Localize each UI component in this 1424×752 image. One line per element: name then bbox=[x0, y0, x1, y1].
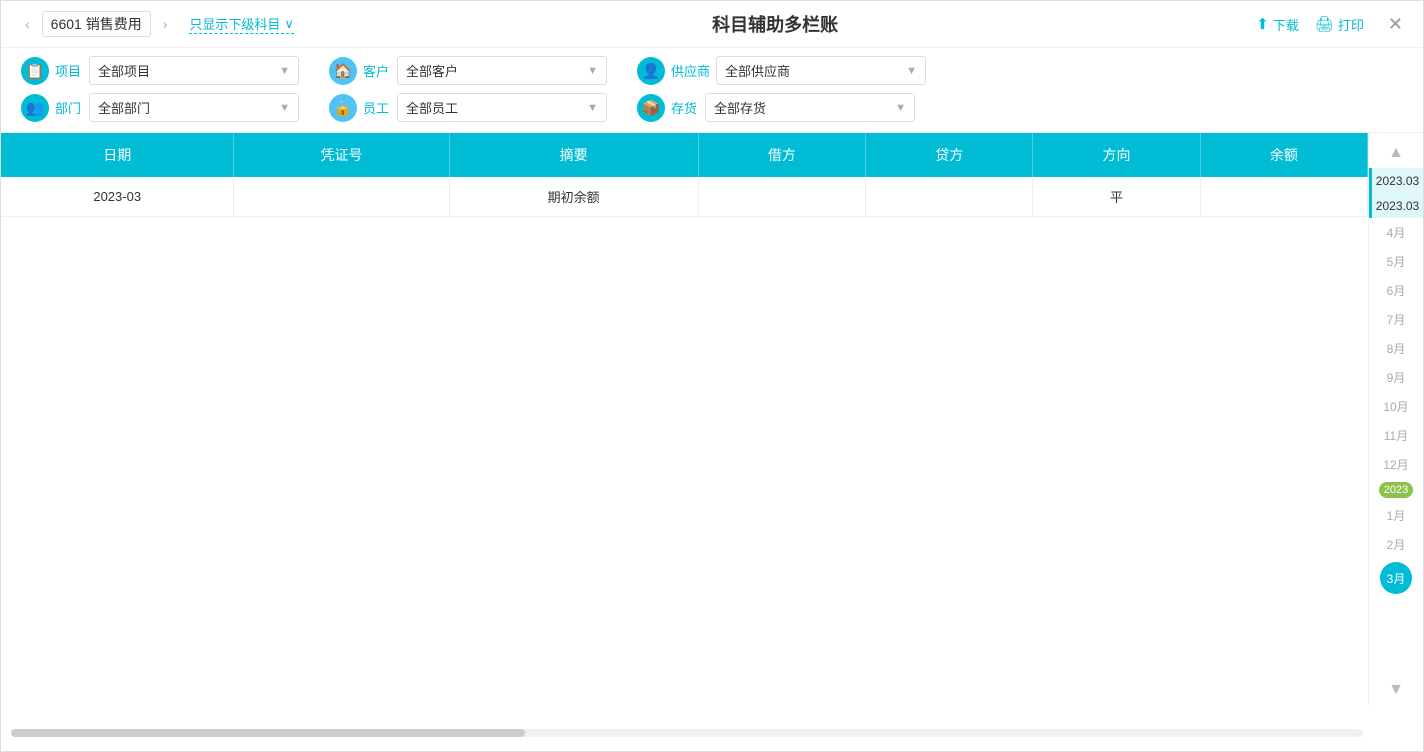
filter-row-1: 📋 项目 全部项目 ▼ 🏠 客户 全部客户 ▼ 👤 供应商 全部供应商 ▼ bbox=[1, 48, 1423, 89]
filter-customer: 🏠 客户 全部客户 ▼ bbox=[329, 56, 607, 85]
content-area: 日期 凭证号 摘要 借方 贷方 方向 余额 2023-03 期初余额 bbox=[1, 133, 1423, 705]
supplier-icon: 👤 bbox=[637, 57, 665, 85]
main-window: ‹ 6601 销售费用 › 只显示下级科目 ∨ 科目辅助多栏账 ⬆ 下载 🖨 打… bbox=[0, 0, 1424, 752]
sidebar-month-2[interactable]: 2月 bbox=[1383, 530, 1410, 559]
cell-date: 2023-03 bbox=[1, 177, 234, 217]
department-icon: 👥 bbox=[21, 94, 49, 122]
inventory-value: 全部存货 bbox=[714, 98, 766, 117]
print-icon: 🖨 bbox=[1315, 15, 1334, 33]
download-button[interactable]: ⬆ 下载 bbox=[1256, 15, 1299, 34]
employee-select[interactable]: 全部员工 ▼ bbox=[397, 93, 607, 122]
sidebar-month-11[interactable]: 11月 bbox=[1380, 421, 1412, 450]
sidebar-down-arrow[interactable]: ▼ bbox=[1382, 675, 1410, 705]
title-actions: ⬆ 下载 🖨 打印 ✕ bbox=[1256, 14, 1403, 35]
filter-inventory: 📦 存货 全部存货 ▼ bbox=[637, 93, 915, 122]
right-sidebar: ▲ 2023.03 2023.03 4月 5月 6月 7月 8月 9月 10月 … bbox=[1368, 133, 1423, 705]
download-icon: ⬆ bbox=[1256, 15, 1269, 33]
supplier-select[interactable]: 全部供应商 ▼ bbox=[716, 56, 926, 85]
sidebar-month-12[interactable]: 12月 bbox=[1379, 450, 1412, 479]
supplier-value: 全部供应商 bbox=[725, 61, 790, 80]
col-date: 日期 bbox=[1, 133, 234, 177]
account-code[interactable]: 6601 销售费用 bbox=[42, 11, 151, 37]
col-credit: 贷方 bbox=[866, 133, 1033, 177]
project-arrow: ▼ bbox=[279, 65, 290, 77]
show-sub-toggle[interactable]: 只显示下级科目 ∨ bbox=[189, 14, 294, 34]
table-row: 2023-03 期初余额 平 bbox=[1, 177, 1368, 217]
project-value: 全部项目 bbox=[98, 61, 150, 80]
sidebar-month-9[interactable]: 9月 bbox=[1383, 363, 1410, 392]
supplier-arrow: ▼ bbox=[906, 65, 917, 77]
employee-value: 全部员工 bbox=[406, 98, 458, 117]
nav-prev-arrow[interactable]: ‹ bbox=[21, 14, 34, 34]
customer-label: 客户 bbox=[363, 61, 391, 80]
customer-arrow: ▼ bbox=[587, 65, 598, 77]
cell-direction: 平 bbox=[1033, 177, 1200, 217]
project-icon: 📋 bbox=[21, 57, 49, 85]
department-select[interactable]: 全部部门 ▼ bbox=[89, 93, 299, 122]
show-sub-arrow: ∨ bbox=[284, 16, 294, 32]
project-label: 项目 bbox=[55, 61, 83, 80]
customer-value: 全部客户 bbox=[406, 61, 458, 80]
customer-icon: 🏠 bbox=[329, 57, 357, 85]
sidebar-month-6[interactable]: 6月 bbox=[1383, 276, 1410, 305]
customer-select[interactable]: 全部客户 ▼ bbox=[397, 56, 607, 85]
cell-balance bbox=[1200, 177, 1367, 217]
col-summary: 摘要 bbox=[449, 133, 698, 177]
employee-icon: 🔒 bbox=[329, 94, 357, 122]
sidebar-month-1[interactable]: 1月 bbox=[1383, 501, 1410, 530]
inventory-arrow: ▼ bbox=[895, 102, 906, 114]
sidebar-month-7[interactable]: 7月 bbox=[1383, 305, 1410, 334]
sidebar-month-3-active[interactable]: 3月 bbox=[1380, 562, 1412, 594]
inventory-label: 存货 bbox=[671, 98, 699, 117]
print-label: 打印 bbox=[1338, 15, 1364, 34]
cell-debit bbox=[698, 177, 865, 217]
show-sub-label: 只显示下级科目 bbox=[189, 14, 280, 33]
employee-arrow: ▼ bbox=[587, 102, 598, 114]
supplier-label: 供应商 bbox=[671, 61, 710, 80]
col-voucher: 凭证号 bbox=[234, 133, 449, 177]
sidebar-month-5[interactable]: 5月 bbox=[1383, 247, 1410, 276]
filter-project: 📋 项目 全部项目 ▼ bbox=[21, 56, 299, 85]
cell-voucher bbox=[234, 177, 449, 217]
title-left: ‹ 6601 销售费用 › 只显示下级科目 ∨ bbox=[21, 11, 294, 37]
project-select[interactable]: 全部项目 ▼ bbox=[89, 56, 299, 85]
sidebar-month-10[interactable]: 10月 bbox=[1379, 392, 1412, 421]
ledger-table: 日期 凭证号 摘要 借方 贷方 方向 余额 2023-03 期初余额 bbox=[1, 133, 1368, 217]
filter-supplier: 👤 供应商 全部供应商 ▼ bbox=[637, 56, 926, 85]
department-label: 部门 bbox=[55, 98, 83, 117]
sidebar-month-8[interactable]: 8月 bbox=[1383, 334, 1410, 363]
filter-department: 👥 部门 全部部门 ▼ bbox=[21, 93, 299, 122]
employee-label: 员工 bbox=[363, 98, 391, 117]
filter-employee: 🔒 员工 全部员工 ▼ bbox=[329, 93, 607, 122]
sidebar-year-2023[interactable]: 2023 bbox=[1379, 482, 1413, 498]
table-container[interactable]: 日期 凭证号 摘要 借方 贷方 方向 余额 2023-03 期初余额 bbox=[1, 133, 1368, 705]
cell-summary: 期初余额 bbox=[449, 177, 698, 217]
sidebar-up-arrow[interactable]: ▲ bbox=[1382, 138, 1410, 168]
department-value: 全部部门 bbox=[98, 98, 150, 117]
sidebar-month-2023-03-bottom[interactable]: 2023.03 bbox=[1369, 193, 1423, 218]
page-title: 科目辅助多栏账 bbox=[712, 11, 838, 37]
sidebar-month-2023-03-top[interactable]: 2023.03 bbox=[1369, 168, 1423, 193]
title-bar: ‹ 6601 销售费用 › 只显示下级科目 ∨ 科目辅助多栏账 ⬆ 下载 🖨 打… bbox=[1, 1, 1423, 48]
sidebar-month-label-2: 2023.03 bbox=[1376, 199, 1419, 213]
department-arrow: ▼ bbox=[279, 102, 290, 114]
table-header-row: 日期 凭证号 摘要 借方 贷方 方向 余额 bbox=[1, 133, 1368, 177]
col-balance: 余额 bbox=[1200, 133, 1367, 177]
cell-credit bbox=[866, 177, 1033, 217]
close-button[interactable]: ✕ bbox=[1388, 14, 1403, 35]
sidebar-month-label-1: 2023.03 bbox=[1376, 174, 1419, 188]
col-direction: 方向 bbox=[1033, 133, 1200, 177]
inventory-select[interactable]: 全部存货 ▼ bbox=[705, 93, 915, 122]
inventory-icon: 📦 bbox=[637, 94, 665, 122]
download-label: 下载 bbox=[1273, 15, 1299, 34]
sidebar-month-4[interactable]: 4月 bbox=[1383, 218, 1410, 247]
col-debit: 借方 bbox=[698, 133, 865, 177]
nav-next-arrow[interactable]: › bbox=[159, 14, 172, 34]
filter-row-2: 👥 部门 全部部门 ▼ 🔒 员工 全部员工 ▼ 📦 存货 全部存货 ▼ bbox=[1, 89, 1423, 133]
print-button[interactable]: 🖨 打印 bbox=[1315, 15, 1364, 34]
